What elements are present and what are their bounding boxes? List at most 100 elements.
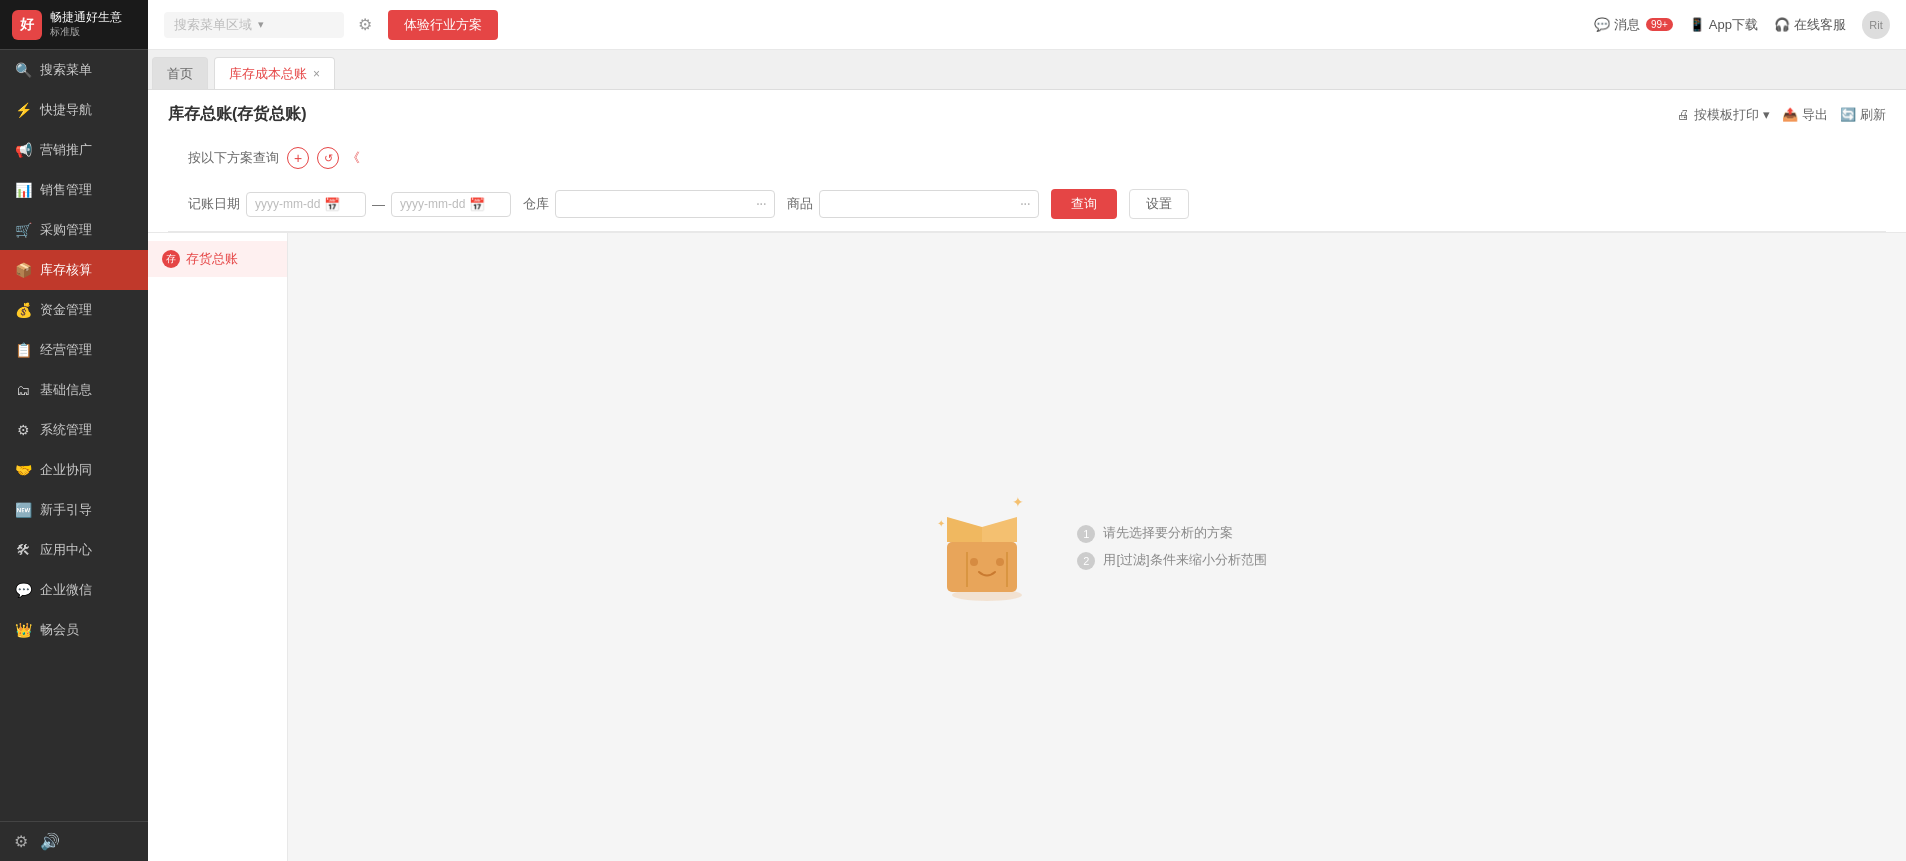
app-download-btn[interactable]: 📱 App下载 [1689, 16, 1758, 34]
sidebar-item-member[interactable]: 👑 畅会员 [0, 610, 148, 650]
sidebar-item-appstore[interactable]: 🛠 应用中心 [0, 530, 148, 570]
logo-icon: 好 [12, 10, 42, 40]
scheme-icon-text: 存 [166, 252, 176, 266]
industry-btn[interactable]: 体验行业方案 [388, 10, 498, 40]
hint-1-text: 请先选择要分析的方案 [1103, 524, 1233, 542]
menu-search-text: 搜索菜单区域 [174, 16, 252, 34]
calendar-start-icon: 📅 [324, 197, 340, 212]
gear-icon[interactable]: ⚙ [358, 15, 372, 34]
sidebar-item-inventory[interactable]: 📦 库存核算 [0, 250, 148, 290]
app-download-icon: 📱 [1689, 17, 1705, 32]
sidebar-item-finance[interactable]: 💰 资金管理 [0, 290, 148, 330]
settings-button[interactable]: 设置 [1129, 189, 1189, 219]
page-content: 库存总账(存货总账) 🖨 按模板打印 ▾ 📤 导出 🔄 刷新 [148, 90, 1906, 861]
online-support-btn[interactable]: 🎧 在线客服 [1774, 16, 1846, 34]
warehouse-input[interactable]: ··· [555, 190, 775, 218]
date-end-input[interactable]: yyyy-mm-dd 📅 [391, 192, 511, 217]
wechat-icon: 💬 [14, 581, 32, 599]
topbar: 搜索菜单区域 ▾ ⚙ 体验行业方案 💬 消息 99+ 📱 App下载 🎧 在线客… [148, 0, 1906, 50]
empty-illustration: ✦ ✦ [927, 487, 1047, 607]
hint-2-num: 2 [1077, 552, 1095, 570]
empty-hints: 1 请先选择要分析的方案 2 用[过滤]条件来缩小分析范围 [1077, 524, 1266, 570]
scheme-item-label: 存货总账 [186, 250, 238, 268]
user-name: Rit [1869, 19, 1882, 31]
menu-search[interactable]: 搜索菜单区域 ▾ [164, 12, 344, 38]
scheme-icon: 存 [162, 250, 180, 268]
settings-bottom-icon[interactable]: ⚙ [14, 832, 28, 851]
appstore-icon: 🛠 [14, 541, 32, 559]
page-title-actions: 🖨 按模板打印 ▾ 📤 导出 🔄 刷新 [1677, 106, 1886, 124]
svg-point-7 [996, 558, 1004, 566]
sidebar-item-purchase[interactable]: 🛒 采购管理 [0, 210, 148, 250]
main-area: 搜索菜单区域 ▾ ⚙ 体验行业方案 💬 消息 99+ 📱 App下载 🎧 在线客… [148, 0, 1906, 861]
export-btn[interactable]: 📤 导出 [1782, 106, 1828, 124]
app-download-label: App下载 [1709, 16, 1758, 34]
filter-label: 按以下方案查询 [188, 149, 279, 167]
message-btn[interactable]: 💬 消息 99+ [1594, 16, 1673, 34]
print-label: 按模板打印 [1694, 106, 1759, 124]
message-badge: 99+ [1646, 18, 1673, 31]
sidebar-item-system-label: 系统管理 [40, 421, 92, 439]
svg-text:✦: ✦ [937, 518, 945, 529]
user-avatar[interactable]: Rit [1862, 11, 1890, 39]
support-icon: 🎧 [1774, 17, 1790, 32]
sidebar-item-basics[interactable]: 🗂 基础信息 [0, 370, 148, 410]
sidebar-item-search[interactable]: 🔍 搜索菜单 [0, 50, 148, 90]
tab-inventory-ledger[interactable]: 库存成本总账 × [214, 57, 335, 89]
sidebar-item-system[interactable]: ⚙ 系统管理 [0, 410, 148, 450]
filter-reset-btn[interactable]: ↺ [317, 147, 339, 169]
warehouse-more-icon[interactable]: ··· [756, 195, 766, 213]
print-btn[interactable]: 🖨 按模板打印 ▾ [1677, 106, 1770, 124]
sidebar-logo: 好 畅捷通好生意 标准版 [0, 0, 148, 50]
sidebar-item-quicknav[interactable]: ⚡ 快捷导航 [0, 90, 148, 130]
page-title-row: 库存总账(存货总账) 🖨 按模板打印 ▾ 📤 导出 🔄 刷新 [168, 104, 1886, 125]
sidebar: 好 畅捷通好生意 标准版 🔍 搜索菜单 ⚡ 快捷导航 📢 营销推广 📊 销售管理… [0, 0, 148, 861]
svg-marker-3 [947, 517, 982, 542]
audio-bottom-icon[interactable]: 🔊 [40, 832, 60, 851]
member-icon: 👑 [14, 621, 32, 639]
guide-icon: 🆕 [14, 501, 32, 519]
goods-more-icon[interactable]: ··· [1020, 195, 1030, 213]
sidebar-item-operations-label: 经营管理 [40, 341, 92, 359]
calendar-end-icon: 📅 [469, 197, 485, 212]
refresh-btn[interactable]: 🔄 刷新 [1840, 106, 1886, 124]
purchase-icon: 🛒 [14, 221, 32, 239]
sidebar-nav: 🔍 搜索菜单 ⚡ 快捷导航 📢 营销推广 📊 销售管理 🛒 采购管理 📦 库存核… [0, 50, 148, 821]
tab-close-icon[interactable]: × [313, 67, 320, 81]
sidebar-bottom: ⚙ 🔊 [0, 821, 148, 861]
sidebar-item-collab[interactable]: 🤝 企业协同 [0, 450, 148, 490]
export-label: 导出 [1802, 106, 1828, 124]
content-body: 存 存货总账 [148, 233, 1906, 861]
filter-fields-row: 记账日期 yyyy-mm-dd 📅 — yyyy-mm-dd 📅 [188, 181, 1866, 231]
tabs-bar: 首页 库存成本总账 × [148, 50, 1906, 90]
print-icon: 🖨 [1677, 107, 1690, 122]
search-icon: 🔍 [14, 61, 32, 79]
sidebar-item-wechat[interactable]: 💬 企业微信 [0, 570, 148, 610]
svg-point-6 [970, 558, 978, 566]
sidebar-item-sales[interactable]: 📊 销售管理 [0, 170, 148, 210]
filter-area: 按以下方案查询 + ↺ 《 记账日期 yyyy-mm-dd 📅 [168, 137, 1886, 232]
sidebar-item-search-label: 搜索菜单 [40, 61, 92, 79]
scheme-item-inventory[interactable]: 存 存货总账 [148, 241, 287, 277]
date-start-input[interactable]: yyyy-mm-dd 📅 [246, 192, 366, 217]
svg-marker-2 [982, 517, 1017, 542]
sidebar-item-finance-label: 资金管理 [40, 301, 92, 319]
date-start-value: yyyy-mm-dd [255, 197, 320, 211]
goods-input[interactable]: ··· [819, 190, 1039, 218]
goods-label: 商品 [787, 195, 813, 213]
page-title: 库存总账(存货总账) [168, 104, 307, 125]
tab-home[interactable]: 首页 [152, 57, 208, 89]
message-label: 消息 [1614, 16, 1640, 34]
sidebar-item-operations[interactable]: 📋 经营管理 [0, 330, 148, 370]
query-button[interactable]: 查询 [1051, 189, 1117, 219]
export-icon: 📤 [1782, 107, 1798, 122]
sidebar-item-marketing[interactable]: 📢 营销推广 [0, 130, 148, 170]
sidebar-item-guide[interactable]: 🆕 新手引导 [0, 490, 148, 530]
reset-icon: ↺ [324, 152, 333, 165]
marketing-icon: 📢 [14, 141, 32, 159]
online-support-label: 在线客服 [1794, 16, 1846, 34]
app-name: 畅捷通好生意 [50, 10, 122, 26]
system-icon: ⚙ [14, 421, 32, 439]
filter-add-btn[interactable]: + [287, 147, 309, 169]
filter-collapse-btn[interactable]: 《 [347, 149, 360, 167]
